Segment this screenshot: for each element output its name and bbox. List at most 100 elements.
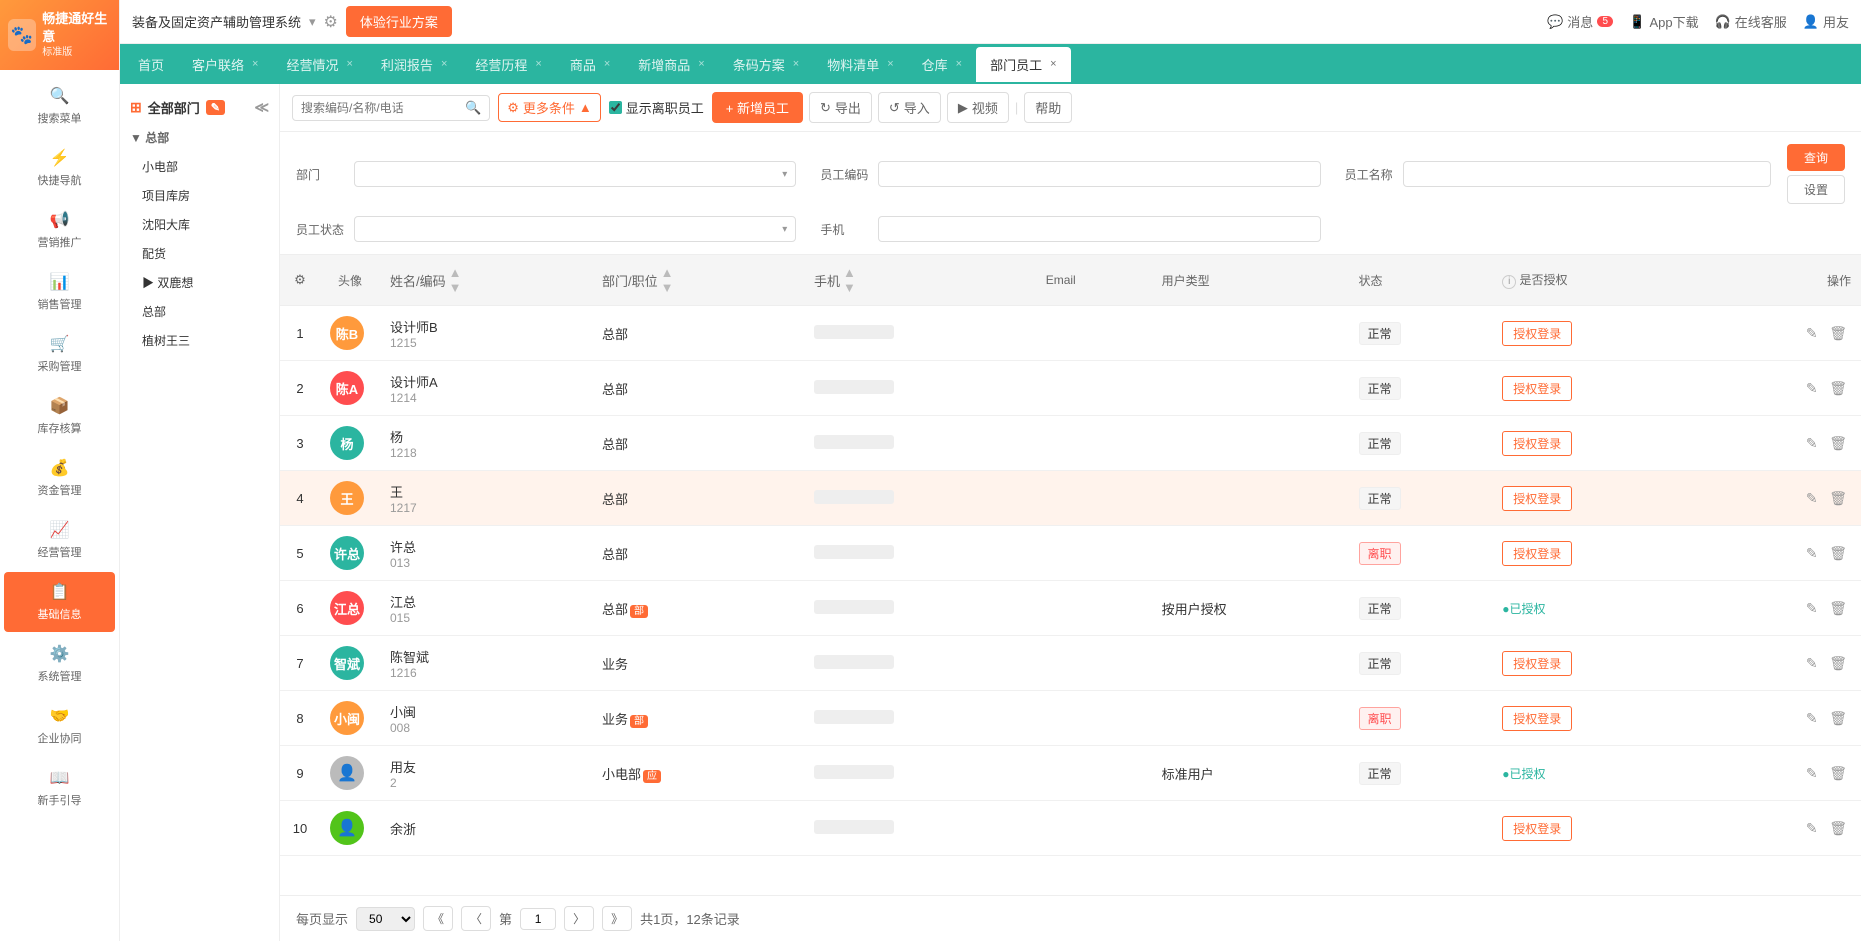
- search-button[interactable]: 查询: [1787, 144, 1845, 171]
- app-download-button[interactable]: 📱 App下载: [1629, 12, 1698, 31]
- name-filter-input[interactable]: [1403, 161, 1771, 187]
- tab-goods[interactable]: 商品×: [556, 47, 624, 82]
- resigned-checkbox-input[interactable]: [609, 101, 622, 114]
- tab-warehouse[interactable]: 仓库×: [908, 47, 976, 82]
- next-page-button[interactable]: 〉: [564, 906, 594, 931]
- delete-button[interactable]: 🗑: [1825, 653, 1851, 674]
- help-button[interactable]: 帮助: [1024, 92, 1072, 123]
- delete-button[interactable]: 🗑: [1825, 543, 1851, 564]
- sidebar-item-inventory[interactable]: 📦库存核算: [4, 386, 115, 446]
- auth-button[interactable]: 授权登录: [1502, 706, 1572, 731]
- export-button[interactable]: ↻ 导出: [809, 92, 872, 123]
- edit-button[interactable]: ✎: [1802, 818, 1822, 839]
- col-settings[interactable]: ⚙: [280, 255, 320, 306]
- edit-button[interactable]: ✎: [1802, 323, 1822, 344]
- filter-more-button[interactable]: ⚙ 更多条件 ▲: [498, 93, 601, 122]
- add-employee-button[interactable]: + 新增员工: [712, 92, 803, 123]
- sidebar-item-marketing[interactable]: 📢营销推广: [4, 200, 115, 260]
- auth-button[interactable]: 授权登录: [1502, 376, 1572, 401]
- code-input-field[interactable]: [887, 167, 1311, 181]
- edit-button[interactable]: ✎: [1802, 433, 1822, 454]
- close-icon[interactable]: ×: [535, 58, 541, 70]
- delete-button[interactable]: 🗑: [1825, 488, 1851, 509]
- sidebar-item-search[interactable]: 🔍搜索菜单: [4, 76, 115, 136]
- dept-item-plant[interactable]: 植树王三: [120, 326, 279, 355]
- sidebar-item-guide[interactable]: 📖新手引导: [4, 758, 115, 818]
- auth-button[interactable]: 授权登录: [1502, 431, 1572, 456]
- dept-item-head2[interactable]: 总部: [120, 297, 279, 326]
- col-phone[interactable]: 手机 ▲▼: [804, 255, 1036, 306]
- sidebar-item-quicknav[interactable]: ⚡快捷导航: [4, 138, 115, 198]
- trial-button[interactable]: 体验行业方案: [346, 6, 452, 37]
- sidebar-item-basic-info[interactable]: 📋基础信息: [4, 572, 115, 632]
- search-input-wrap[interactable]: 🔍: [292, 95, 490, 121]
- close-icon[interactable]: ×: [698, 58, 704, 70]
- delete-button[interactable]: 🗑: [1825, 433, 1851, 454]
- online-service-button[interactable]: 🎧 在线客服: [1715, 12, 1787, 31]
- dept-item-dispatch[interactable]: 配货: [120, 239, 279, 268]
- close-icon[interactable]: ×: [604, 58, 610, 70]
- sidebar-item-finance[interactable]: 💰资金管理: [4, 448, 115, 508]
- close-icon[interactable]: ×: [793, 58, 799, 70]
- page-size-select[interactable]: 50 100: [356, 907, 415, 931]
- edit-button[interactable]: ✎: [1802, 488, 1822, 509]
- close-icon[interactable]: ×: [346, 58, 352, 70]
- phone-input-field[interactable]: [887, 222, 1311, 236]
- page-input[interactable]: [520, 908, 556, 930]
- dept-item-head[interactable]: ▼ 总部: [120, 123, 279, 152]
- delete-button[interactable]: 🗑: [1825, 378, 1851, 399]
- search-input[interactable]: [301, 101, 461, 115]
- edit-button[interactable]: ✎: [1802, 708, 1822, 729]
- name-input-field[interactable]: [1412, 167, 1762, 181]
- close-icon[interactable]: ×: [252, 58, 258, 70]
- dept-filter-input[interactable]: ▾: [354, 161, 796, 187]
- close-icon[interactable]: ×: [956, 58, 962, 70]
- tab-bom[interactable]: 物料清单×: [813, 47, 907, 82]
- message-button[interactable]: 💬 消息 5: [1547, 12, 1613, 31]
- dept-item-shenyang[interactable]: 沈阳大库: [120, 210, 279, 239]
- edit-button[interactable]: ✎: [1802, 763, 1822, 784]
- sidebar-item-system[interactable]: ⚙️系统管理: [4, 634, 115, 694]
- tab-history[interactable]: 经营历程×: [461, 47, 555, 82]
- settings-icon[interactable]: ⚙: [324, 12, 338, 32]
- first-page-button[interactable]: 《: [423, 906, 453, 931]
- tab-department[interactable]: 部门员工×: [976, 47, 1070, 82]
- delete-button[interactable]: 🗑: [1825, 763, 1851, 784]
- tab-profit[interactable]: 利润报告×: [367, 47, 461, 82]
- delete-button[interactable]: 🗑: [1825, 598, 1851, 619]
- close-icon[interactable]: ×: [887, 58, 893, 70]
- code-filter-input[interactable]: [878, 161, 1320, 187]
- col-name[interactable]: 姓名/编码 ▲▼: [380, 255, 592, 306]
- delete-button[interactable]: 🗑: [1825, 818, 1851, 839]
- tab-operations[interactable]: 经营情况×: [272, 47, 366, 82]
- status-input-field[interactable]: [363, 222, 782, 236]
- auth-button[interactable]: 授权登录: [1502, 321, 1572, 346]
- sidebar-item-sales[interactable]: 📊销售管理: [4, 262, 115, 322]
- delete-button[interactable]: 🗑: [1825, 708, 1851, 729]
- dept-item-project[interactable]: 项目库房: [120, 181, 279, 210]
- auth-button[interactable]: 授权登录: [1502, 486, 1572, 511]
- sidebar-item-collab[interactable]: 🤝企业协同: [4, 696, 115, 756]
- edit-button[interactable]: ✎: [1802, 598, 1822, 619]
- sidebar-item-purchase[interactable]: 🛒采购管理: [4, 324, 115, 384]
- last-page-button[interactable]: 》: [602, 906, 632, 931]
- auth-button[interactable]: 授权登录: [1502, 541, 1572, 566]
- dept-input-field[interactable]: [363, 167, 782, 181]
- import-button[interactable]: ↺ 导入: [878, 92, 941, 123]
- close-icon[interactable]: ×: [1050, 58, 1056, 70]
- view-button[interactable]: ▶ 视频: [947, 92, 1009, 123]
- dept-item-electric[interactable]: 小电部: [120, 152, 279, 181]
- dept-item-shuanglu[interactable]: ▶ 双鹿想: [120, 268, 279, 297]
- tab-home[interactable]: 首页: [124, 47, 178, 82]
- edit-button[interactable]: ✎: [1802, 378, 1822, 399]
- tab-add-goods[interactable]: 新增商品×: [624, 47, 718, 82]
- collapse-icon[interactable]: ≪: [254, 99, 269, 116]
- phone-filter-input[interactable]: [878, 216, 1320, 242]
- col-dept[interactable]: 部门/职位 ▲▼: [592, 255, 804, 306]
- dept-edit-icon[interactable]: ✎: [206, 100, 225, 115]
- tab-customer[interactable]: 客户联络×: [178, 47, 272, 82]
- prev-page-button[interactable]: 〈: [461, 906, 491, 931]
- edit-button[interactable]: ✎: [1802, 543, 1822, 564]
- user-button[interactable]: 👤 用友: [1803, 12, 1849, 31]
- auth-button[interactable]: 授权登录: [1502, 816, 1572, 841]
